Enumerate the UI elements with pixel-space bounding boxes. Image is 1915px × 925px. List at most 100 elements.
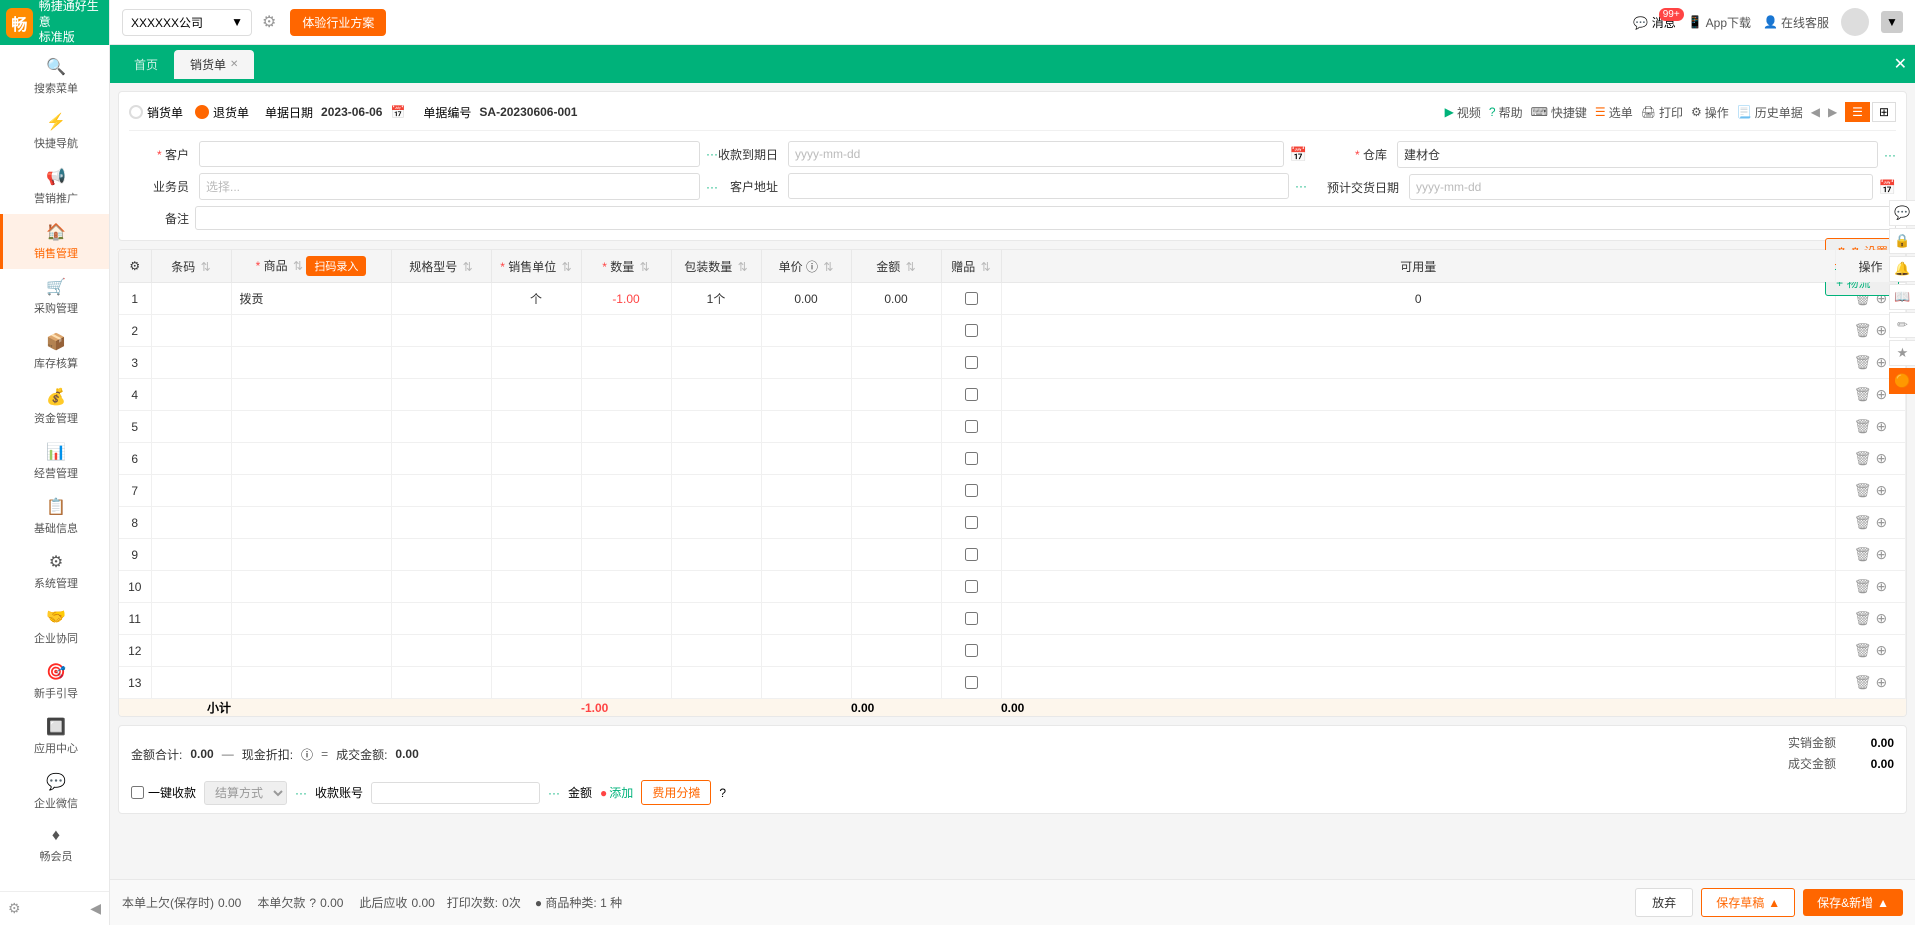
- side-icon-edit[interactable]: ✏: [1889, 312, 1915, 338]
- spec-cell-11[interactable]: [391, 635, 491, 667]
- qty-cell-10[interactable]: [581, 603, 671, 635]
- price-cell-4[interactable]: [761, 411, 851, 443]
- copy-row-btn-9[interactable]: ⊕: [1876, 578, 1888, 595]
- delete-row-btn-8[interactable]: 🗑: [1854, 546, 1872, 563]
- add-payment-btn[interactable]: ● 添加: [600, 784, 633, 801]
- spec-cell-12[interactable]: [391, 667, 491, 699]
- salesperson-dots[interactable]: ···: [706, 180, 718, 194]
- gift-cell-8[interactable]: [941, 539, 1001, 571]
- side-icon-orange[interactable]: 🟠: [1889, 368, 1915, 394]
- barcode-cell-12[interactable]: [151, 667, 231, 699]
- history-btn[interactable]: 📃 历史单据: [1737, 104, 1803, 121]
- save-draft-btn[interactable]: 保存草稿 ▲: [1701, 888, 1795, 917]
- delete-row-btn-4[interactable]: 🗑: [1854, 418, 1872, 435]
- warehouse-input[interactable]: 建材仓: [1397, 141, 1878, 168]
- warehouse-dots[interactable]: ···: [1884, 148, 1896, 162]
- gift-cell-10[interactable]: [941, 603, 1001, 635]
- price-cell-8[interactable]: [761, 539, 851, 571]
- close-all-btn[interactable]: ✕: [1894, 54, 1907, 74]
- copy-row-btn-11[interactable]: ⊕: [1876, 642, 1888, 659]
- customer-input[interactable]: [199, 141, 700, 167]
- qty-cell-8[interactable]: [581, 539, 671, 571]
- spec-cell-2[interactable]: [391, 347, 491, 379]
- select-order-btn[interactable]: ☰ 选单: [1595, 104, 1633, 121]
- side-icon-bell[interactable]: 🔔: [1889, 256, 1915, 282]
- delete-row-btn-2[interactable]: 🗑: [1854, 354, 1872, 371]
- qty-cell-11[interactable]: [581, 635, 671, 667]
- sidebar-item-sales[interactable]: 🏠 销售管理: [0, 214, 109, 269]
- price-cell-5[interactable]: [761, 443, 851, 475]
- tab-close-icon[interactable]: ✕: [230, 59, 238, 70]
- list-view-btn[interactable]: ☰: [1845, 102, 1870, 122]
- qty-cell-7[interactable]: [581, 507, 671, 539]
- col-gear[interactable]: ⚙: [119, 250, 151, 283]
- tab-sale-order[interactable]: 销货单 ✕: [174, 50, 254, 79]
- question-icon[interactable]: ?: [309, 896, 316, 910]
- barcode-cell-11[interactable]: [151, 635, 231, 667]
- account-dots[interactable]: ···: [548, 786, 560, 800]
- copy-row-btn-3[interactable]: ⊕: [1876, 386, 1888, 403]
- side-icon-star[interactable]: ★: [1889, 340, 1915, 366]
- sidebar-item-quicknav[interactable]: ⚡ 快捷导航: [0, 104, 109, 159]
- shortcut-btn[interactable]: ⌨ 快捷键: [1531, 104, 1587, 121]
- price-cell-9[interactable]: [761, 571, 851, 603]
- gift-cell-1[interactable]: [941, 315, 1001, 347]
- copy-row-btn-12[interactable]: ⊕: [1876, 674, 1888, 691]
- settings-icon[interactable]: ⚙: [262, 12, 276, 32]
- gift-cell-3[interactable]: [941, 379, 1001, 411]
- customer-addr-dots[interactable]: ···: [1295, 179, 1307, 193]
- spec-cell-9[interactable]: [391, 571, 491, 603]
- avatar[interactable]: [1841, 8, 1869, 36]
- barcode-cell-9[interactable]: [151, 571, 231, 603]
- prev-arrow[interactable]: ◀: [1811, 105, 1820, 119]
- company-selector[interactable]: XXXXXX公司 ▼: [122, 9, 252, 36]
- barcode-cell-10[interactable]: [151, 603, 231, 635]
- sidebar-item-apps[interactable]: 🔲 应用中心: [0, 709, 109, 764]
- remarks-input[interactable]: [195, 206, 1896, 230]
- spec-cell-5[interactable]: [391, 443, 491, 475]
- delete-row-btn-1[interactable]: 🗑: [1854, 322, 1872, 339]
- copy-row-btn-8[interactable]: ⊕: [1876, 546, 1888, 563]
- radio-return[interactable]: 退货单: [195, 104, 249, 121]
- delete-row-btn-9[interactable]: 🗑: [1854, 578, 1872, 595]
- one-click-payment-checkbox[interactable]: [131, 786, 144, 799]
- delete-row-btn-6[interactable]: 🗑: [1854, 482, 1872, 499]
- calc-method-dots[interactable]: ···: [295, 786, 307, 800]
- sidebar-item-collab[interactable]: 🤝 企业协同: [0, 599, 109, 654]
- spec-cell-0[interactable]: [391, 283, 491, 315]
- delete-row-btn-5[interactable]: 🗑: [1854, 450, 1872, 467]
- customer-addr-input[interactable]: [788, 173, 1289, 199]
- barcode-cell-4[interactable]: [151, 411, 231, 443]
- qty-cell-0[interactable]: -1.00: [581, 283, 671, 315]
- delete-row-btn-11[interactable]: 🗑: [1854, 642, 1872, 659]
- gift-cell-4[interactable]: [941, 411, 1001, 443]
- sidebar-item-member[interactable]: ♦ 畅会员: [0, 819, 109, 872]
- side-icon-chat[interactable]: 💬: [1889, 200, 1915, 226]
- gift-cell-0[interactable]: [941, 283, 1001, 315]
- price-cell-2[interactable]: [761, 347, 851, 379]
- delete-row-btn-10[interactable]: 🗑: [1854, 610, 1872, 627]
- barcode-cell-3[interactable]: [151, 379, 231, 411]
- price-cell-12[interactable]: [761, 667, 851, 699]
- qty-cell-3[interactable]: [581, 379, 671, 411]
- gift-cell-9[interactable]: [941, 571, 1001, 603]
- sidebar-settings-btn[interactable]: ⚙: [8, 900, 21, 917]
- copy-row-btn-1[interactable]: ⊕: [1876, 322, 1888, 339]
- sidebar-item-finance[interactable]: 💰 资金管理: [0, 379, 109, 434]
- copy-row-btn-2[interactable]: ⊕: [1876, 354, 1888, 371]
- sidebar-item-wechat[interactable]: 💬 企业微信: [0, 764, 109, 819]
- price-cell-0[interactable]: 0.00: [761, 283, 851, 315]
- calc-method-select[interactable]: 结算方式: [204, 781, 287, 805]
- operate-btn[interactable]: ⚙ 操作: [1691, 104, 1729, 121]
- fee-split-btn[interactable]: 费用分摊: [641, 780, 711, 805]
- discount-info-icon[interactable]: ⓘ: [301, 746, 313, 763]
- sidebar-item-guide[interactable]: 🎯 新手引导: [0, 654, 109, 709]
- calendar-icon[interactable]: 📅: [390, 105, 405, 119]
- barcode-cell-6[interactable]: [151, 475, 231, 507]
- due-date-input[interactable]: yyyy-mm-dd: [788, 141, 1284, 167]
- due-date-calendar-icon[interactable]: 📅: [1290, 146, 1307, 163]
- side-icon-lock[interactable]: 🔒: [1889, 228, 1915, 254]
- video-btn[interactable]: ▶ 视频: [1445, 104, 1481, 121]
- table-gear-icon[interactable]: ⚙: [129, 259, 140, 273]
- side-icon-book[interactable]: 📖: [1889, 284, 1915, 310]
